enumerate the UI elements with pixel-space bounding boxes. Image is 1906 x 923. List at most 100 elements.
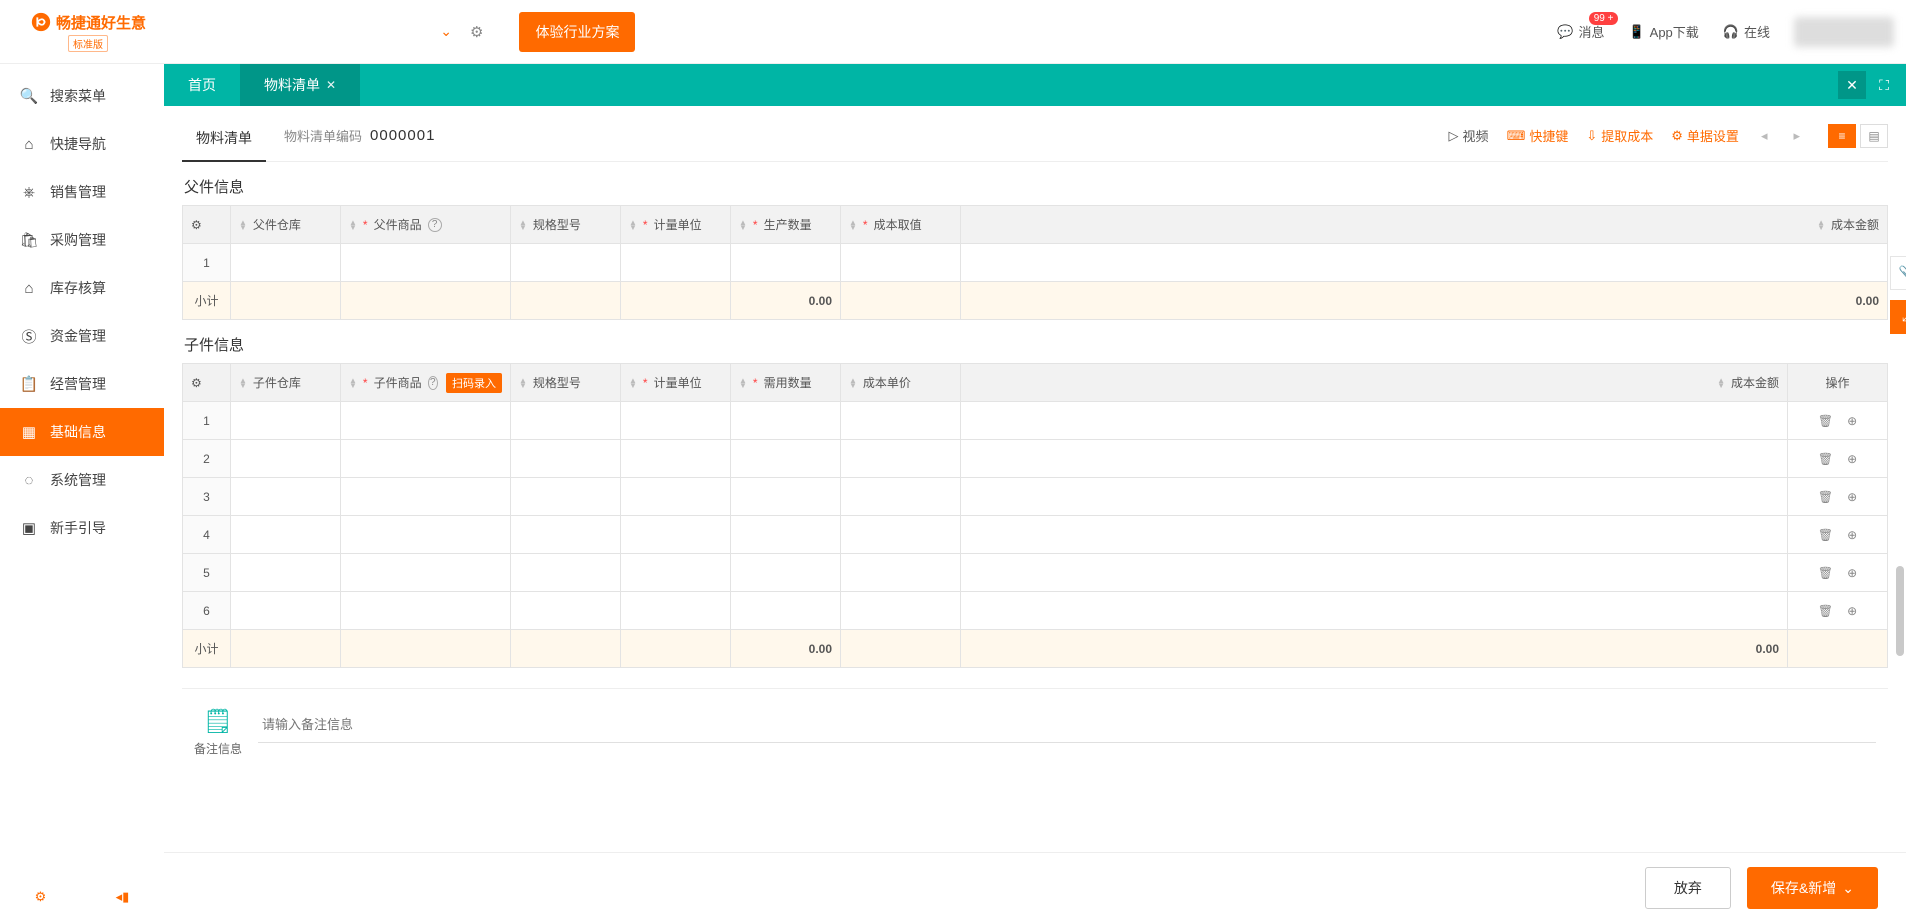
prev-record-icon[interactable]: ◂ <box>1757 128 1772 144</box>
download-icon: ⇩ <box>1586 128 1597 144</box>
view-card-icon[interactable]: ▤ <box>1860 124 1888 148</box>
sidebar-item-label: 资金管理 <box>50 326 106 346</box>
column-header[interactable]: ▲▼规格型号 <box>511 364 621 402</box>
expand-icon[interactable]: ⛶ <box>1870 71 1898 99</box>
table-row[interactable]: 4🗑⊕ <box>183 516 1888 554</box>
remarks-input[interactable] <box>258 707 1876 743</box>
notes-icon: 🗒 <box>203 707 233 736</box>
tab-home-label: 首页 <box>188 75 216 95</box>
table-row[interactable]: 6🗑⊕ <box>183 592 1888 630</box>
main: 首页 物料清单 ✕ ✕ ⛶ 物料清单 物料清单编码 0000001 ▷视频 <box>164 64 1906 923</box>
scrollbar[interactable] <box>1896 566 1904 656</box>
parent-section-title: 父件信息 <box>184 176 1888 197</box>
column-header[interactable]: ▲▼规格型号 <box>511 206 621 244</box>
sidebar-item-6[interactable]: 📋 经营管理 <box>0 360 164 408</box>
sidebar-item-7[interactable]: ▦基础信息 <box>0 408 164 456</box>
scan-badge[interactable]: 扫码录入 <box>446 373 502 393</box>
footer-bar: 放弃 保存&新增 ⌄ <box>164 852 1906 923</box>
column-header[interactable]: ▲▼*子件商品?扫码录入 <box>341 364 511 402</box>
messages-link[interactable]: 💬 消息 99 + <box>1557 22 1604 41</box>
table-row[interactable]: 5🗑⊕ <box>183 554 1888 592</box>
app-download-link[interactable]: 📱 App下载 <box>1628 22 1698 41</box>
view-list-icon[interactable]: ≡ <box>1828 124 1856 148</box>
tool-shortcut[interactable]: ⌨快捷键 <box>1507 126 1569 145</box>
tab-home[interactable]: 首页 <box>164 64 240 106</box>
tool-video[interactable]: ▷视频 <box>1449 126 1489 145</box>
sidebar-item-label: 搜索菜单 <box>50 86 106 106</box>
sidebar-item-8[interactable]: ◌ 系统管理 <box>0 456 164 504</box>
column-header[interactable]: 操作 <box>1788 364 1888 402</box>
sidebar-item-3[interactable]: 🛍采购管理 <box>0 216 164 264</box>
delete-icon[interactable]: 🗑 <box>1818 490 1833 504</box>
tab-bom[interactable]: 物料清单 ✕ <box>240 64 360 106</box>
column-header[interactable]: ▲▼*计量单位 <box>621 206 731 244</box>
help-icon[interactable]: ? <box>428 376 438 390</box>
next-record-icon[interactable]: ▸ <box>1789 128 1804 144</box>
avatar[interactable] <box>1794 17 1894 47</box>
gear-column-icon[interactable]: ⚙ <box>183 364 231 402</box>
column-header[interactable]: ▲▼成本金额 <box>961 206 1888 244</box>
logo[interactable]: 畅捷通好生意 标准版 <box>12 11 164 52</box>
column-header[interactable]: ▲▼*需用数量 <box>731 364 841 402</box>
delete-icon[interactable]: 🗑 <box>1818 452 1833 466</box>
discard-button[interactable]: 放弃 <box>1645 867 1731 909</box>
sidebar-item-2[interactable]: ⎈销售管理 <box>0 168 164 216</box>
column-header[interactable]: ▲▼父件仓库 <box>231 206 341 244</box>
sidebar-item-0[interactable]: 🔍搜索菜单 <box>0 72 164 120</box>
add-row-icon[interactable]: ⊕ <box>1847 490 1857 504</box>
subtotal-amount: 0.00 <box>961 282 1888 320</box>
attachment-icon[interactable]: 📎 <box>1890 256 1906 290</box>
sidebar-item-label: 基础信息 <box>50 422 106 442</box>
online-support-link[interactable]: 🎧 在线 <box>1723 22 1770 41</box>
add-row-icon[interactable]: ⊕ <box>1847 452 1857 466</box>
column-header[interactable]: ▲▼*成本取值 <box>841 206 961 244</box>
column-header[interactable]: ▲▼*生产数量 <box>731 206 841 244</box>
fullscreen-icon[interactable]: ⤢ <box>1890 300 1906 334</box>
brand-name: 畅捷通好生意 <box>56 12 146 33</box>
add-row-icon[interactable]: ⊕ <box>1847 414 1857 428</box>
org-selector[interactable]: ⌄ <box>212 23 452 40</box>
settings-icon[interactable]: ⚙ <box>35 889 47 905</box>
table-row[interactable]: 1 <box>183 244 1888 282</box>
online-label: 在线 <box>1744 22 1770 41</box>
sidebar-icon: 🛍 <box>20 231 38 249</box>
close-icon[interactable]: ✕ <box>326 78 336 92</box>
sidebar-item-label: 快捷导航 <box>50 134 106 154</box>
add-row-icon[interactable]: ⊕ <box>1847 566 1857 580</box>
sidebar-item-label: 经营管理 <box>50 374 106 394</box>
gear-column-icon[interactable]: ⚙ <box>183 206 231 244</box>
sidebar-item-9[interactable]: ▣新手引导 <box>0 504 164 552</box>
sidebar-item-1[interactable]: ⌂快捷导航 <box>0 120 164 168</box>
play-icon: ▷ <box>1449 128 1459 144</box>
column-header[interactable]: ▲▼子件仓库 <box>231 364 341 402</box>
add-row-icon[interactable]: ⊕ <box>1847 604 1857 618</box>
close-all-icon[interactable]: ✕ <box>1838 71 1866 99</box>
sidebar-icon: ◌ <box>20 471 38 489</box>
chat-icon: 💬 <box>1557 24 1573 40</box>
column-header[interactable]: ▲▼*计量单位 <box>621 364 731 402</box>
add-row-icon[interactable]: ⊕ <box>1847 528 1857 542</box>
column-header[interactable]: ▲▼成本单价 <box>841 364 961 402</box>
table-row[interactable]: 2🗑⊕ <box>183 440 1888 478</box>
delete-icon[interactable]: 🗑 <box>1818 414 1833 428</box>
help-icon[interactable]: ? <box>428 218 442 232</box>
sidebar-item-label: 系统管理 <box>50 470 106 490</box>
gear-icon[interactable]: ⚙ <box>470 23 483 41</box>
cta-button[interactable]: 体验行业方案 <box>519 12 635 52</box>
collapse-icon[interactable]: ◂▮ <box>116 889 130 905</box>
delete-icon[interactable]: 🗑 <box>1818 604 1833 618</box>
view-toggle: ≡ ▤ <box>1828 124 1888 148</box>
sidebar-icon: 📋 <box>20 375 38 393</box>
page-tab-bom[interactable]: 物料清单 <box>182 120 266 162</box>
column-header[interactable]: ▲▼成本金额 <box>961 364 1788 402</box>
save-new-button[interactable]: 保存&新增 ⌄ <box>1747 867 1878 909</box>
column-header[interactable]: ▲▼*父件商品? <box>341 206 511 244</box>
table-row[interactable]: 1🗑⊕ <box>183 402 1888 440</box>
delete-icon[interactable]: 🗑 <box>1818 528 1833 542</box>
sidebar-item-5[interactable]: Ⓢ资金管理 <box>0 312 164 360</box>
tool-fetch-cost[interactable]: ⇩提取成本 <box>1586 126 1653 145</box>
table-row[interactable]: 3🗑⊕ <box>183 478 1888 516</box>
sidebar-item-4[interactable]: ⌂库存核算 <box>0 264 164 312</box>
tool-doc-setting[interactable]: ⚙单据设置 <box>1671 126 1739 145</box>
delete-icon[interactable]: 🗑 <box>1818 566 1833 580</box>
